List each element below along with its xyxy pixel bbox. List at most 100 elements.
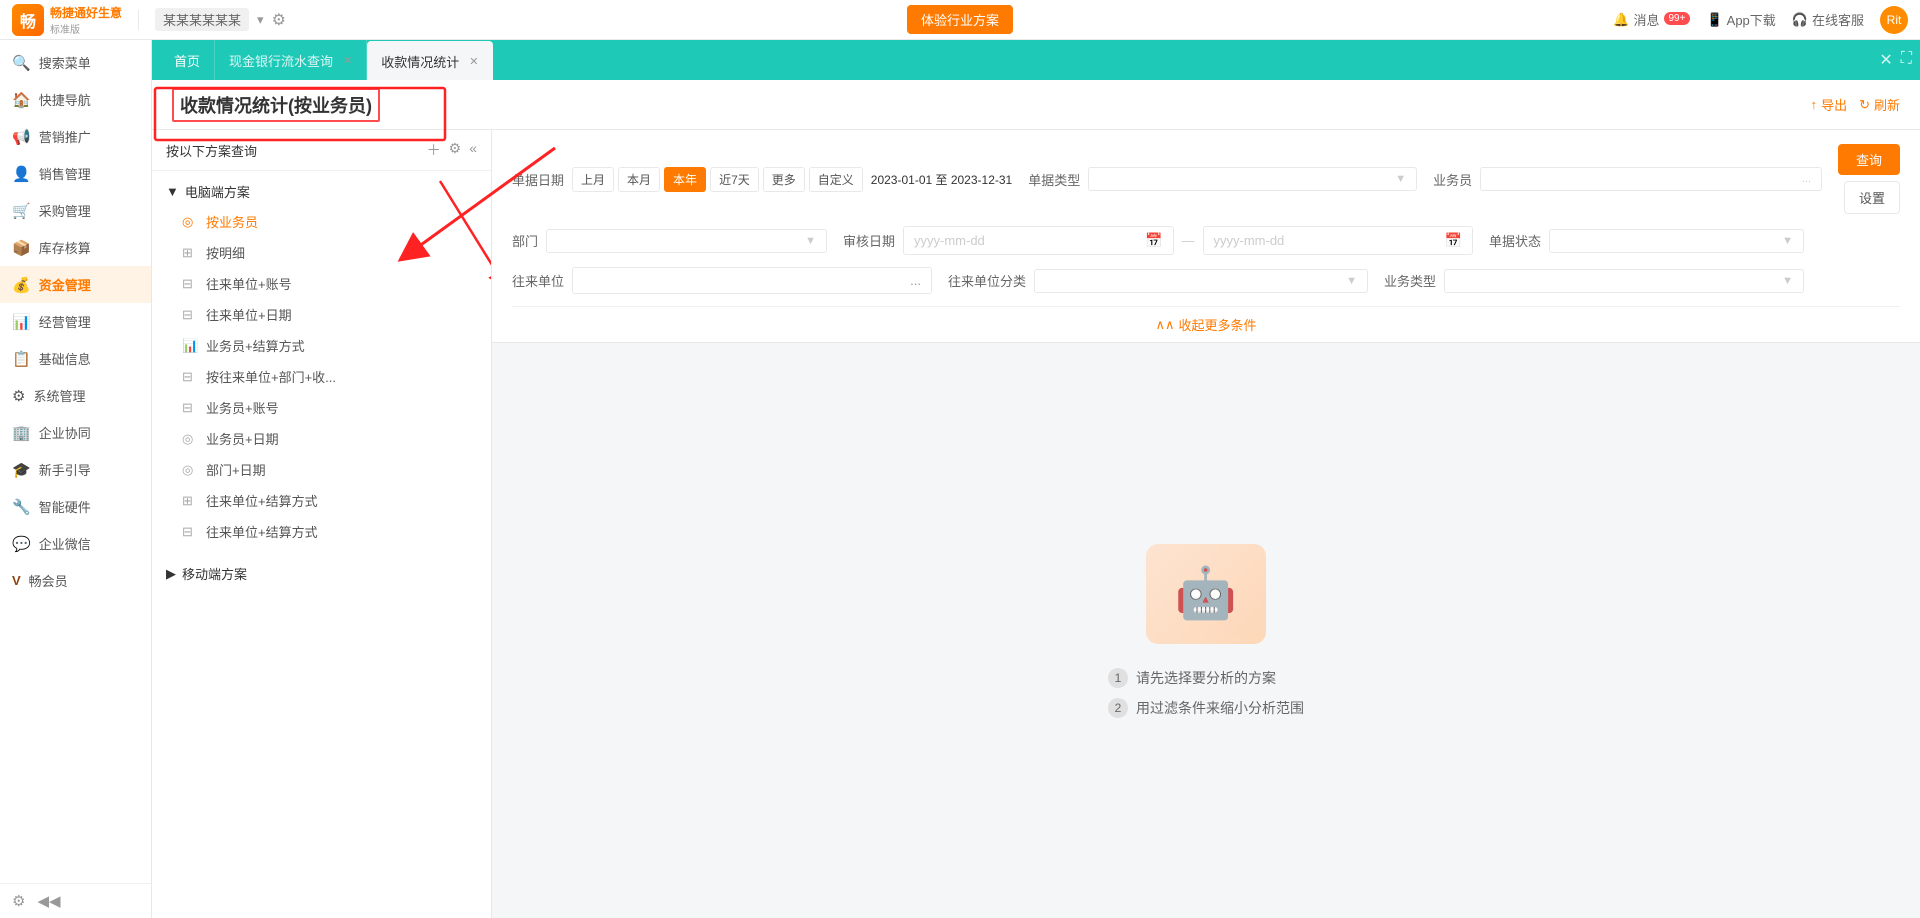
doc-type-select[interactable]: ▼ [1088,167,1417,191]
biz-type-field-group: 业务类型 ▼ [1384,269,1804,293]
sidebar-item-marketing[interactable]: 📢 营销推广 [0,118,151,155]
sidebar-item-member[interactable]: V 畅会员 [0,562,151,599]
logo-area: 畅 畅捷通好生意 标准版 [12,4,122,36]
panel-settings-icon[interactable]: ⚙ [449,140,462,160]
date-btn-last-month[interactable]: 上月 [572,167,614,192]
audit-date-from[interactable]: yyyy-mm-dd 📅 [903,226,1174,255]
sidebar-item-purchase[interactable]: 🛒 采购管理 [0,192,151,229]
sidebar-item-fund[interactable]: 💰 资金管理 [0,266,151,303]
date-btn-this-year[interactable]: 本年 [664,167,706,192]
scheme-item-by-detail[interactable]: ⊞ 按明细 [152,237,491,268]
sidebar-item-operations[interactable]: 📊 经营管理 [0,303,151,340]
settings-button[interactable]: 设置 [1844,181,1900,214]
scheme-group-mobile-header[interactable]: ▶ 移动端方案 [152,559,491,588]
workspace-name[interactable]: 某某某某某某 [155,8,249,31]
counterpart-select[interactable]: ... [572,267,932,294]
panel-collapse-icon[interactable]: « [469,140,477,160]
salesman-select[interactable]: ... [1480,167,1822,191]
fund-icon: 💰 [12,276,31,294]
dept-select[interactable]: ▼ [546,229,827,253]
workspace-dropdown-icon[interactable]: ▾ [257,12,264,28]
page-title: 收款情况统计(按业务员) [172,88,380,122]
refresh-button[interactable]: ↻ 刷新 [1859,95,1900,114]
app-download-button[interactable]: 📱 App下载 [1706,10,1775,29]
calendar-icon-to: 📅 [1445,232,1462,249]
date-btn-custom[interactable]: 自定义 [809,167,863,192]
biz-type-select[interactable]: ▼ [1444,269,1804,293]
sidebar-item-sales[interactable]: 👤 销售管理 [0,155,151,192]
sidebar-item-smart-hw[interactable]: 🔧 智能硬件 [0,488,151,525]
salesman-field-group: 业务员 ... [1433,167,1822,191]
biz-type-label: 业务类型 [1384,271,1436,290]
counterpart-dots-icon: ... [910,273,921,288]
counterpart-label: 往来单位 [512,271,564,290]
export-button[interactable]: ↑ 导出 [1811,95,1848,114]
gear-icon[interactable]: ⚙ [272,10,286,30]
counterpart-category-chevron-icon: ▼ [1346,275,1357,287]
top-bar-right: 🔔 消息 99+ 📱 App下载 🎧 在线客服 Rit [1613,6,1908,34]
sidebar-item-new-guide[interactable]: 🎓 新手引导 [0,451,151,488]
tab-close-all-icon[interactable]: ✕ [1879,50,1892,70]
tab-home[interactable]: 首页 [160,40,215,80]
online-service-button[interactable]: 🎧 在线客服 [1792,10,1864,29]
date-quick-buttons: 上月 本月 本年 近7天 更多 自定义 [572,167,863,192]
tab-payment-stats-close[interactable]: ✕ [469,55,478,68]
doc-type-chevron-icon: ▼ [1395,173,1406,185]
sidebar-item-search-menu[interactable]: 🔍 搜索菜单 [0,44,151,81]
collapse-sidebar-icon[interactable]: ◀◀ [37,892,60,910]
sidebar: 🔍 搜索菜单 🏠 快捷导航 📢 营销推广 👤 销售管理 🛒 采购管理 📦 [0,40,152,918]
headset-icon: 🎧 [1792,12,1808,28]
audit-date-to[interactable]: yyyy-mm-dd 📅 [1203,226,1474,255]
date-btn-more[interactable]: 更多 [763,167,805,192]
doc-status-select[interactable]: ▼ [1549,229,1804,253]
sidebar-item-quick-nav[interactable]: 🏠 快捷导航 [0,81,151,118]
settings-bottom-icon[interactable]: ⚙ [12,892,25,910]
scheme-item-icon-cd: ⊟ [182,307,198,323]
cart-icon: 🛒 [12,202,31,220]
sidebar-item-corp-collab[interactable]: 🏢 企业协同 [0,414,151,451]
group-arrow-icon: ▼ [166,184,179,199]
empty-tip-2: 2 用过滤条件来缩小分析范围 [1108,698,1304,718]
date-btn-this-month[interactable]: 本月 [618,167,660,192]
query-button[interactable]: 查询 [1838,144,1900,175]
audit-date-field-group: 审核日期 yyyy-mm-dd 📅 — yyyy-mm-dd 📅 [843,226,1473,255]
scheme-item-counterpart-account[interactable]: ⊟ 往来单位+账号 [152,268,491,299]
sidebar-item-corp-wechat[interactable]: 💬 企业微信 [0,525,151,562]
date-btn-7days[interactable]: 近7天 [710,167,759,192]
scheme-item-counterpart-settlement1[interactable]: ⊞ 往来单位+结算方式 [152,485,491,516]
group-mobile-arrow-icon: ▶ [166,566,176,582]
scheme-item-salesman-date[interactable]: ◎ 业务员+日期 [152,423,491,454]
tab-fullscreen-icon[interactable]: ⛶ [1901,50,1912,70]
biz-type-chevron-icon: ▼ [1782,275,1793,287]
counterpart-category-select[interactable]: ▼ [1034,269,1368,293]
sidebar-item-system[interactable]: ⚙ 系统管理 [0,377,151,414]
scheme-item-counterpart-dept-collect[interactable]: ⊟ 按往来单位+部门+收... [152,361,491,392]
filter-section: 单据日期 上月 本月 本年 近7天 更多 自定义 2023-01-01 至 20… [492,130,1920,343]
filter-row-3: 往来单位 ... 往来单位分类 ▼ [512,267,1900,294]
scheme-item-icon-salesman: ◎ [182,214,198,230]
scheme-item-salesman-settlement[interactable]: 📊 业务员+结算方式 [152,330,491,361]
scheme-item-salesman-account[interactable]: ⊟ 业务员+账号 [152,392,491,423]
panel-add-button[interactable]: ＋ [427,140,441,160]
messages-button[interactable]: 🔔 消息 99+ [1613,10,1690,29]
tab-payment-stats[interactable]: 收款情况统计 ✕ [367,41,493,81]
dept-chevron-icon: ▼ [805,235,816,247]
scheme-item-dept-date[interactable]: ◎ 部门+日期 [152,454,491,485]
trial-button[interactable]: 体验行业方案 [907,5,1013,34]
tab-bank-flow-close[interactable]: ✕ [343,54,352,67]
tab-bank-flow[interactable]: 现金银行流水查询 ✕ [215,40,367,80]
logo-icon: 畅 [12,4,44,36]
salesman-chevron-icon: ... [1802,173,1811,185]
sidebar-item-basic-info[interactable]: 📋 基础信息 [0,340,151,377]
scheme-item-counterpart-settlement2[interactable]: ⊟ 往来单位+结算方式 [152,516,491,547]
avatar[interactable]: Rit [1880,6,1908,34]
scheme-group-desktop-header[interactable]: ▼ 电脑端方案 [152,177,491,206]
sidebar-item-inventory[interactable]: 📦 库存核算 [0,229,151,266]
home-icon: 🏠 [12,91,31,109]
empty-tip-1: 1 请先选择要分析的方案 [1108,668,1304,688]
scheme-item-counterpart-date[interactable]: ⊟ 往来单位+日期 [152,299,491,330]
collapse-bar[interactable]: ∧∧ 收起更多条件 [512,306,1900,342]
date-range-display: 2023-01-01 至 2023-12-31 [871,171,1012,188]
scheme-item-by-salesman[interactable]: ◎ 按业务员 [152,206,491,237]
tip-number-1: 1 [1108,668,1128,688]
